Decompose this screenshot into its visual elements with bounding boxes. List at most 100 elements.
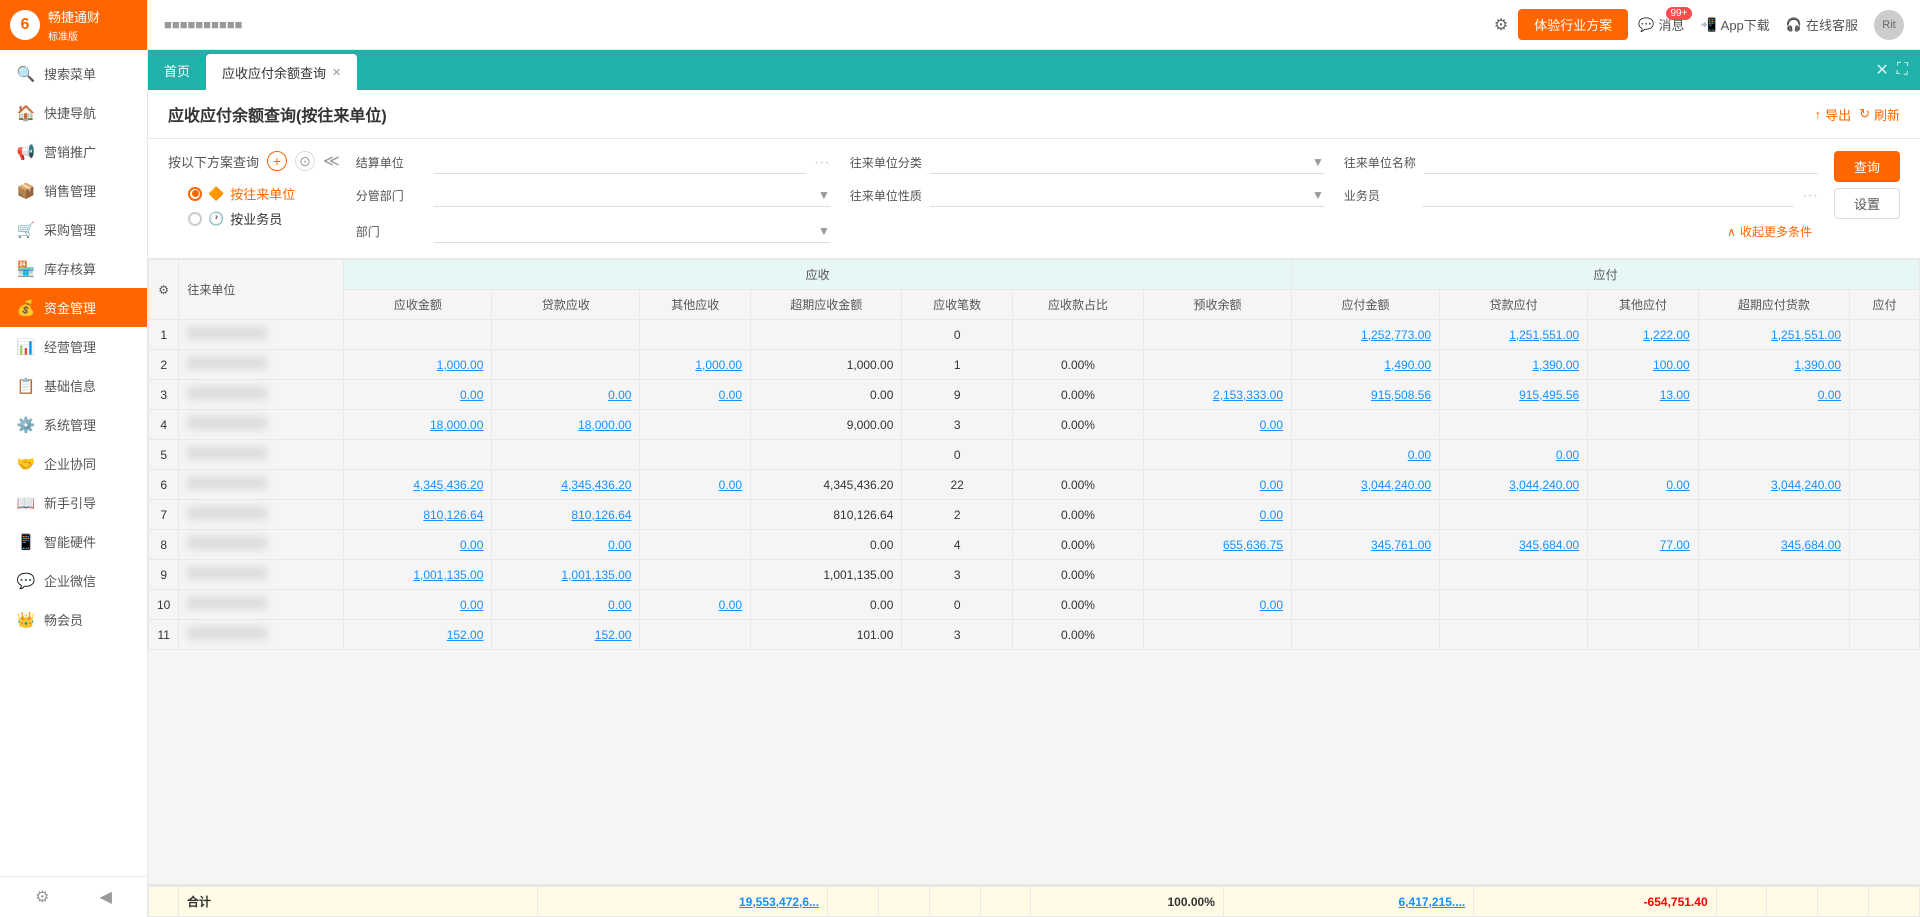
tab-close-btn[interactable]: ✕ xyxy=(332,66,341,79)
export-icon: ↑ xyxy=(1815,107,1822,122)
message-icon: 💬 xyxy=(1638,17,1654,33)
filter-settings-btn[interactable]: 设置 xyxy=(1834,188,1900,219)
unit-name-input[interactable] xyxy=(1424,151,1818,174)
refresh-icon: ↻ xyxy=(1859,106,1870,122)
message-btn[interactable]: 💬 消息 99+ xyxy=(1638,15,1684,34)
page-header: 应收应付余额查询(按往来单位) ↑ 导出 ↻ 刷新 xyxy=(148,90,1920,139)
app-download-btn[interactable]: 📲 App下载 xyxy=(1700,15,1769,34)
header-right: 💬 消息 99+ 📲 App下载 🎧 在线客服 Rit xyxy=(1638,10,1904,40)
ap-more-header: 应付 xyxy=(1850,290,1920,320)
field-unit-name: 往来单位名称 xyxy=(1344,151,1818,174)
ap-amount-header: 应付金额 xyxy=(1292,290,1440,320)
guide-icon: 📖 xyxy=(16,494,36,512)
schema-icon-salesman: 🕐 xyxy=(208,211,224,227)
sidebar-item-sales[interactable]: 📦 销售管理 xyxy=(0,171,147,210)
dept-select[interactable]: ▼ xyxy=(434,220,830,243)
system-icon: ⚙️ xyxy=(16,416,36,434)
dept2-chevron: ▼ xyxy=(818,224,830,238)
payable-group-header: 应付 xyxy=(1292,260,1920,290)
sidebar-item-operations[interactable]: 📊 经营管理 xyxy=(0,327,147,366)
page-title: 应收应付余额查询(按往来单位) xyxy=(168,102,387,126)
filter-schema: 🔶 按往来单位 🕐 按业务员 xyxy=(188,181,340,231)
logo-badge: 标准版 xyxy=(48,28,100,43)
schema-settings-btn[interactable]: ⊙ xyxy=(295,151,315,171)
trial-btn[interactable]: 体验行业方案 xyxy=(1518,9,1628,40)
sidebar-item-purchase[interactable]: 🛒 采购管理 xyxy=(0,210,147,249)
marketing-icon: 📢 xyxy=(16,143,36,161)
sidebar-item-quicknav[interactable]: 🏠 快捷导航 xyxy=(0,93,147,132)
collapse-btn[interactable]: ∧ 收起更多条件 xyxy=(1721,217,1818,246)
sidebar-item-collab[interactable]: 🤝 企业协同 xyxy=(0,444,147,483)
hardware-icon: 📱 xyxy=(16,533,36,551)
settlement-input[interactable] xyxy=(434,151,806,174)
sidebar: 6 畅捷通财 标准版 🔍 搜索菜单 🏠 快捷导航 📢 营销推广 📦 销售管理 🛒… xyxy=(0,0,148,917)
add-schema-btn[interactable]: + xyxy=(267,151,287,171)
user-avatar[interactable]: Rit xyxy=(1874,10,1904,40)
query-btn[interactable]: 查询 xyxy=(1834,151,1900,182)
unit-category-select[interactable]: ▼ xyxy=(930,151,1324,174)
schema-radio-unit xyxy=(188,187,202,201)
table-row: 80.000.000.0040.00%655,636.75345,761.003… xyxy=(149,530,1920,560)
sidebar-settings-btn[interactable]: ⚙ xyxy=(35,887,49,907)
sidebar-item-capital[interactable]: 💰 资金管理 xyxy=(0,288,147,327)
sidebar-collapse-btn[interactable]: ◀ xyxy=(100,887,112,907)
table-footer: 合计 19,553,472,6... 100.00% 6,417,215....… xyxy=(148,884,1920,917)
sidebar-item-basic[interactable]: 📋 基础信息 xyxy=(0,366,147,405)
settlement-dots[interactable]: ··· xyxy=(814,154,830,172)
sidebar-item-marketing[interactable]: 📢 营销推广 xyxy=(0,132,147,171)
field-unit-category: 往来单位分类 ▼ xyxy=(850,151,1324,174)
top-header: ■■■■■■■■■■ ⚙ 体验行业方案 💬 消息 99+ 📲 App下载 🎧 在… xyxy=(148,0,1920,50)
total-table: 合计 19,553,472,6... 100.00% 6,417,215....… xyxy=(148,886,1920,917)
export-btn[interactable]: ↑ 导出 xyxy=(1815,105,1852,124)
department-select[interactable]: ▼ xyxy=(434,184,830,207)
total-label: 合计 xyxy=(179,887,538,917)
filter-area: 按以下方案查询 + ⊙ ≪ 🔶 按往来单位 🕐 按业务员 xyxy=(148,139,1920,259)
basic-icon: 📋 xyxy=(16,377,36,395)
sidebar-item-search[interactable]: 🔍 搜索菜单 xyxy=(0,54,147,93)
sidebar-item-wechat[interactable]: 💬 企业微信 xyxy=(0,561,147,600)
wechat-icon: 💬 xyxy=(16,572,36,590)
settings-col-header[interactable]: ⚙ xyxy=(149,260,179,320)
sidebar-item-inventory[interactable]: 🏪 库存核算 xyxy=(0,249,147,288)
tabbar-close-btn[interactable]: ✕ xyxy=(1875,60,1888,80)
salesman-input[interactable] xyxy=(1422,184,1794,207)
unit-nature-select[interactable]: ▼ xyxy=(930,184,1324,207)
table-row: 21,000.001,000.001,000.0010.00%1,490.001… xyxy=(149,350,1920,380)
filter-actions: ∧ 收起更多条件 xyxy=(850,217,1818,246)
table-row: 100.000.000.000.0000.00%0.00 xyxy=(149,590,1920,620)
schema-by-unit[interactable]: 🔶 按往来单位 xyxy=(188,181,340,206)
schema-expand-btn[interactable]: ≪ xyxy=(323,151,340,171)
sidebar-item-member[interactable]: 👑 畅会员 xyxy=(0,600,147,639)
dept-chevron: ▼ xyxy=(818,188,830,202)
field-unit-nature: 往来单位性质 ▼ xyxy=(850,184,1324,207)
data-table: ⚙ 往来单位 应收 应付 应收金额 贷款应收 其他应收 超期应收金额 应收笔数 … xyxy=(148,259,1920,650)
total-ar-prepay[interactable]: 6,417,215.... xyxy=(1223,887,1473,917)
field-department: 分管部门 ▼ xyxy=(356,184,830,207)
sidebar-logo: 6 畅捷通财 标准版 xyxy=(0,0,147,50)
unit-nature-chevron: ▼ xyxy=(1312,188,1324,202)
ap-other-header: 其他应付 xyxy=(1588,290,1699,320)
total-ar-amount[interactable]: 19,553,472,6... xyxy=(537,887,827,917)
ar-other-header: 其他应收 xyxy=(640,290,751,320)
operations-icon: 📊 xyxy=(16,338,36,356)
sidebar-item-hardware[interactable]: 📱 智能硬件 xyxy=(0,522,147,561)
total-ap-amount: -654,751.40 xyxy=(1474,887,1716,917)
table-scroll[interactable]: ⚙ 往来单位 应收 应付 应收金额 贷款应收 其他应收 超期应收金额 应收笔数 … xyxy=(148,259,1920,884)
sidebar-menu: 🔍 搜索菜单 🏠 快捷导航 📢 营销推广 📦 销售管理 🛒 采购管理 🏪 库存核… xyxy=(0,50,147,876)
schema-radio-salesman xyxy=(188,212,202,226)
settings-icon[interactable]: ⚙ xyxy=(1494,15,1508,35)
sidebar-item-system[interactable]: ⚙️ 系统管理 xyxy=(0,405,147,444)
tab-ar-query[interactable]: 应收应付余额查询 ✕ xyxy=(206,54,357,90)
tab-home[interactable]: 首页 xyxy=(148,50,206,90)
online-service-btn[interactable]: 🎧 在线客服 xyxy=(1786,15,1858,34)
refresh-btn[interactable]: ↻ 刷新 xyxy=(1859,105,1900,124)
ap-overdue-header: 超期应付货款 xyxy=(1698,290,1849,320)
schema-by-salesman[interactable]: 🕐 按业务员 xyxy=(188,206,340,231)
sidebar-item-guide[interactable]: 📖 新手引导 xyxy=(0,483,147,522)
sales-icon: 📦 xyxy=(16,182,36,200)
inventory-icon: 🏪 xyxy=(16,260,36,278)
breadcrumb: ■■■■■■■■■■ xyxy=(164,17,1484,32)
filter-schema-selector: 按以下方案查询 + ⊙ ≪ 🔶 按往来单位 🕐 按业务员 xyxy=(168,151,340,231)
tabbar-expand-btn[interactable]: ⛶ xyxy=(1897,61,1908,79)
salesman-dots[interactable]: ··· xyxy=(1802,187,1818,205)
